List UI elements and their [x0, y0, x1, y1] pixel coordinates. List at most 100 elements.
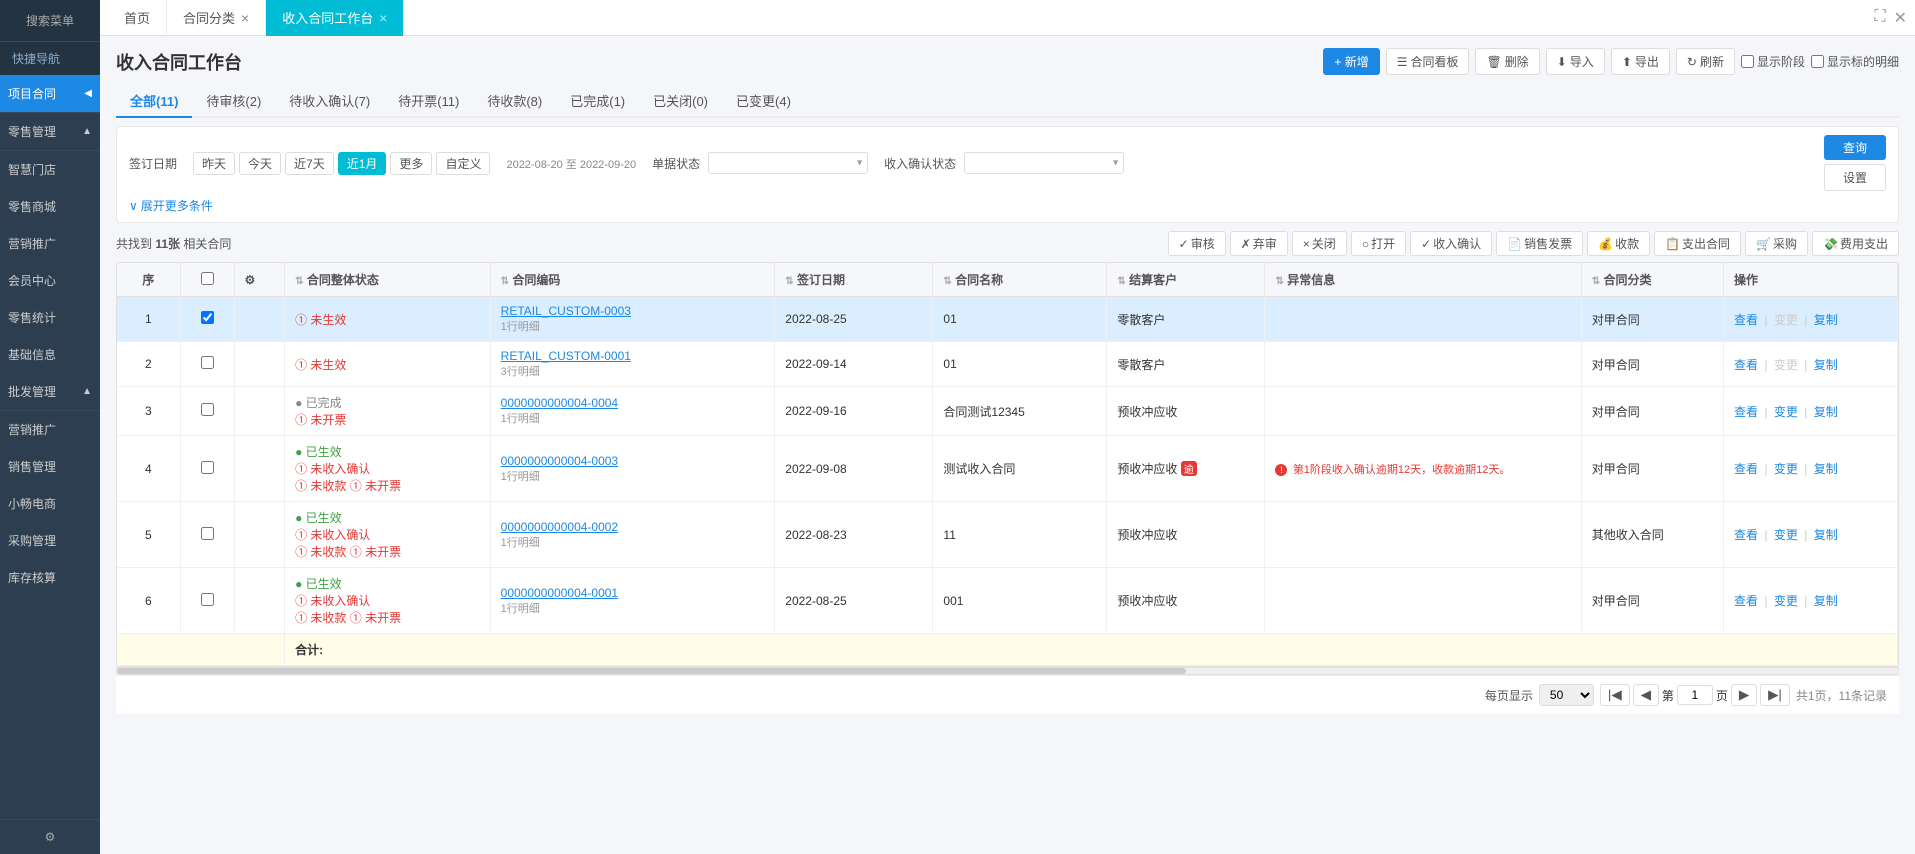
sidebar-item-project[interactable]: 项目合同 ◀: [0, 75, 100, 113]
sidebar-item-marketing2[interactable]: 营销推广: [0, 411, 100, 448]
show-detail-checkbox[interactable]: 显示标的明细: [1811, 53, 1899, 70]
tab-close-contract-category[interactable]: ×: [241, 10, 249, 26]
copy-link[interactable]: 复制: [1814, 358, 1838, 372]
income-confirm-btn[interactable]: ✓ 收入确认: [1410, 231, 1492, 256]
sidebar-item-retail-stat[interactable]: 零售统计: [0, 299, 100, 336]
filter-tab-pending-confirm[interactable]: 待收入确认(7): [275, 85, 384, 118]
contract-link[interactable]: 0000000000004-0003: [501, 454, 618, 468]
maximize-btn[interactable]: ⛶: [1874, 8, 1885, 28]
view-link[interactable]: 查看: [1734, 313, 1758, 327]
change-link[interactable]: 变更: [1774, 313, 1798, 327]
outgoing-btn[interactable]: 📋 支出合同: [1654, 231, 1741, 256]
select-all-checkbox[interactable]: [201, 272, 214, 285]
sidebar-item-ecommerce[interactable]: 小畅电商: [0, 485, 100, 522]
sidebar-item-online-store[interactable]: 零售商城: [0, 188, 100, 225]
sidebar-item-inventory[interactable]: 库存核算: [0, 559, 100, 596]
doc-status-select[interactable]: [708, 152, 868, 174]
horizontal-scrollbar[interactable]: [116, 667, 1899, 675]
sort-icon-category[interactable]: ⇅: [1592, 276, 1600, 287]
col-header-settings[interactable]: ⚙: [234, 263, 285, 297]
export-button[interactable]: ⬆ 导出: [1611, 48, 1670, 75]
date-btn-last1month[interactable]: 近1月: [338, 152, 387, 175]
contract-link[interactable]: 0000000000004-0004: [501, 396, 618, 410]
table-settings-icon[interactable]: ⚙: [245, 273, 256, 287]
view-link[interactable]: 查看: [1734, 528, 1758, 542]
view-link[interactable]: 查看: [1734, 358, 1758, 372]
change-link[interactable]: 变更: [1774, 405, 1798, 419]
delete-button[interactable]: 🗑 删除: [1475, 48, 1539, 75]
change-link[interactable]: 变更: [1774, 358, 1798, 372]
tab-income-workbench[interactable]: 收入合同工作台 ×: [266, 0, 404, 36]
tab-contract-category[interactable]: 合同分类 ×: [167, 0, 266, 36]
new-button[interactable]: + 新增: [1323, 48, 1379, 75]
date-btn-more[interactable]: 更多: [390, 152, 432, 175]
contract-link[interactable]: 0000000000004-0002: [501, 520, 618, 534]
view-link[interactable]: 查看: [1734, 405, 1758, 419]
expand-filter-btn[interactable]: ∨ 展开更多条件: [129, 197, 1886, 214]
sort-icon-status[interactable]: ⇅: [295, 276, 303, 287]
sort-icon-customer[interactable]: ⇅: [1117, 276, 1125, 287]
filter-tab-pending-invoice[interactable]: 待开票(11): [384, 85, 473, 118]
payment-btn[interactable]: 💰 收款: [1587, 231, 1650, 256]
sidebar-item-sales-mgmt[interactable]: 销售管理: [0, 448, 100, 485]
abandon-btn[interactable]: ✗ 弃审: [1230, 231, 1288, 256]
change-link[interactable]: 变更: [1774, 528, 1798, 542]
set-button[interactable]: 设置: [1824, 164, 1886, 191]
sidebar-item-base-info[interactable]: 基础信息: [0, 336, 100, 373]
date-btn-custom[interactable]: 自定义: [436, 152, 490, 175]
sort-icon-abnormal[interactable]: ⇅: [1275, 276, 1283, 287]
sales-invoice-btn[interactable]: 📄 销售发票: [1496, 231, 1583, 256]
copy-link[interactable]: 复制: [1814, 594, 1838, 608]
sidebar-item-wholesale[interactable]: 批发管理 ▲: [0, 373, 100, 411]
change-link[interactable]: 变更: [1774, 594, 1798, 608]
copy-link[interactable]: 复制: [1814, 462, 1838, 476]
purchase-btn[interactable]: 🛒 采购: [1745, 231, 1808, 256]
filter-tab-all[interactable]: 全部(11): [116, 85, 192, 118]
contract-link[interactable]: RETAIL_CUSTOM-0001: [501, 349, 631, 363]
contract-link[interactable]: RETAIL_CUSTOM-0003: [501, 304, 631, 318]
sidebar-item-purchase[interactable]: 采购管理: [0, 522, 100, 559]
page-input[interactable]: [1677, 685, 1713, 705]
copy-link[interactable]: 复制: [1814, 528, 1838, 542]
income-confirm-select[interactable]: [964, 152, 1124, 174]
view-link[interactable]: 查看: [1734, 462, 1758, 476]
date-btn-yesterday[interactable]: 昨天: [193, 152, 235, 175]
last-page-btn[interactable]: ▶|: [1760, 684, 1790, 706]
refresh-button[interactable]: ↻ 刷新: [1676, 48, 1735, 75]
close-btn[interactable]: × 关闭: [1292, 231, 1347, 256]
contract-link[interactable]: 0000000000004-0001: [501, 586, 618, 600]
contract-board-button[interactable]: ☰ 合同看板: [1386, 48, 1470, 75]
sidebar-item-retail[interactable]: 零售管理 ▲: [0, 113, 100, 151]
query-button[interactable]: 查询: [1824, 135, 1886, 160]
filter-tab-pending-review[interactable]: 待审核(2): [192, 85, 275, 118]
tab-close-income-workbench[interactable]: ×: [379, 10, 387, 26]
sort-icon-date[interactable]: ⇅: [785, 276, 793, 287]
expense-btn[interactable]: 💸 费用支出: [1812, 231, 1899, 256]
copy-link[interactable]: 复制: [1814, 405, 1838, 419]
sidebar-settings[interactable]: ⚙: [0, 819, 100, 854]
first-page-btn[interactable]: |◀: [1600, 684, 1630, 706]
tab-home[interactable]: 首页: [108, 0, 167, 36]
date-btn-last7[interactable]: 近7天: [285, 152, 334, 175]
copy-link[interactable]: 复制: [1814, 313, 1838, 327]
open-btn[interactable]: ○ 打开: [1351, 231, 1406, 256]
filter-tab-completed[interactable]: 已完成(1): [556, 85, 639, 118]
per-page-select[interactable]: 50 20 100: [1539, 684, 1594, 706]
prev-page-btn[interactable]: ◀: [1633, 684, 1659, 706]
date-btn-today[interactable]: 今天: [239, 152, 281, 175]
filter-tab-pending-payment[interactable]: 待收款(8): [473, 85, 556, 118]
review-btn[interactable]: ✓ 审核: [1168, 231, 1226, 256]
filter-tab-changed[interactable]: 已变更(4): [722, 85, 805, 118]
view-link[interactable]: 查看: [1734, 594, 1758, 608]
next-page-btn[interactable]: ▶: [1731, 684, 1757, 706]
sidebar-item-smart-store[interactable]: 智慧门店: [0, 151, 100, 188]
sidebar-search[interactable]: 搜索菜单: [0, 0, 100, 42]
sidebar-item-member[interactable]: 会员中心: [0, 262, 100, 299]
change-link[interactable]: 变更: [1774, 462, 1798, 476]
sidebar-item-marketing[interactable]: 营销推广: [0, 225, 100, 262]
sort-icon-name[interactable]: ⇅: [943, 276, 951, 287]
show-stage-checkbox[interactable]: 显示阶段: [1741, 53, 1805, 70]
import-button[interactable]: ⬇ 导入: [1546, 48, 1605, 75]
close-btn[interactable]: ✕: [1894, 8, 1907, 28]
row-checkbox[interactable]: [180, 297, 234, 342]
